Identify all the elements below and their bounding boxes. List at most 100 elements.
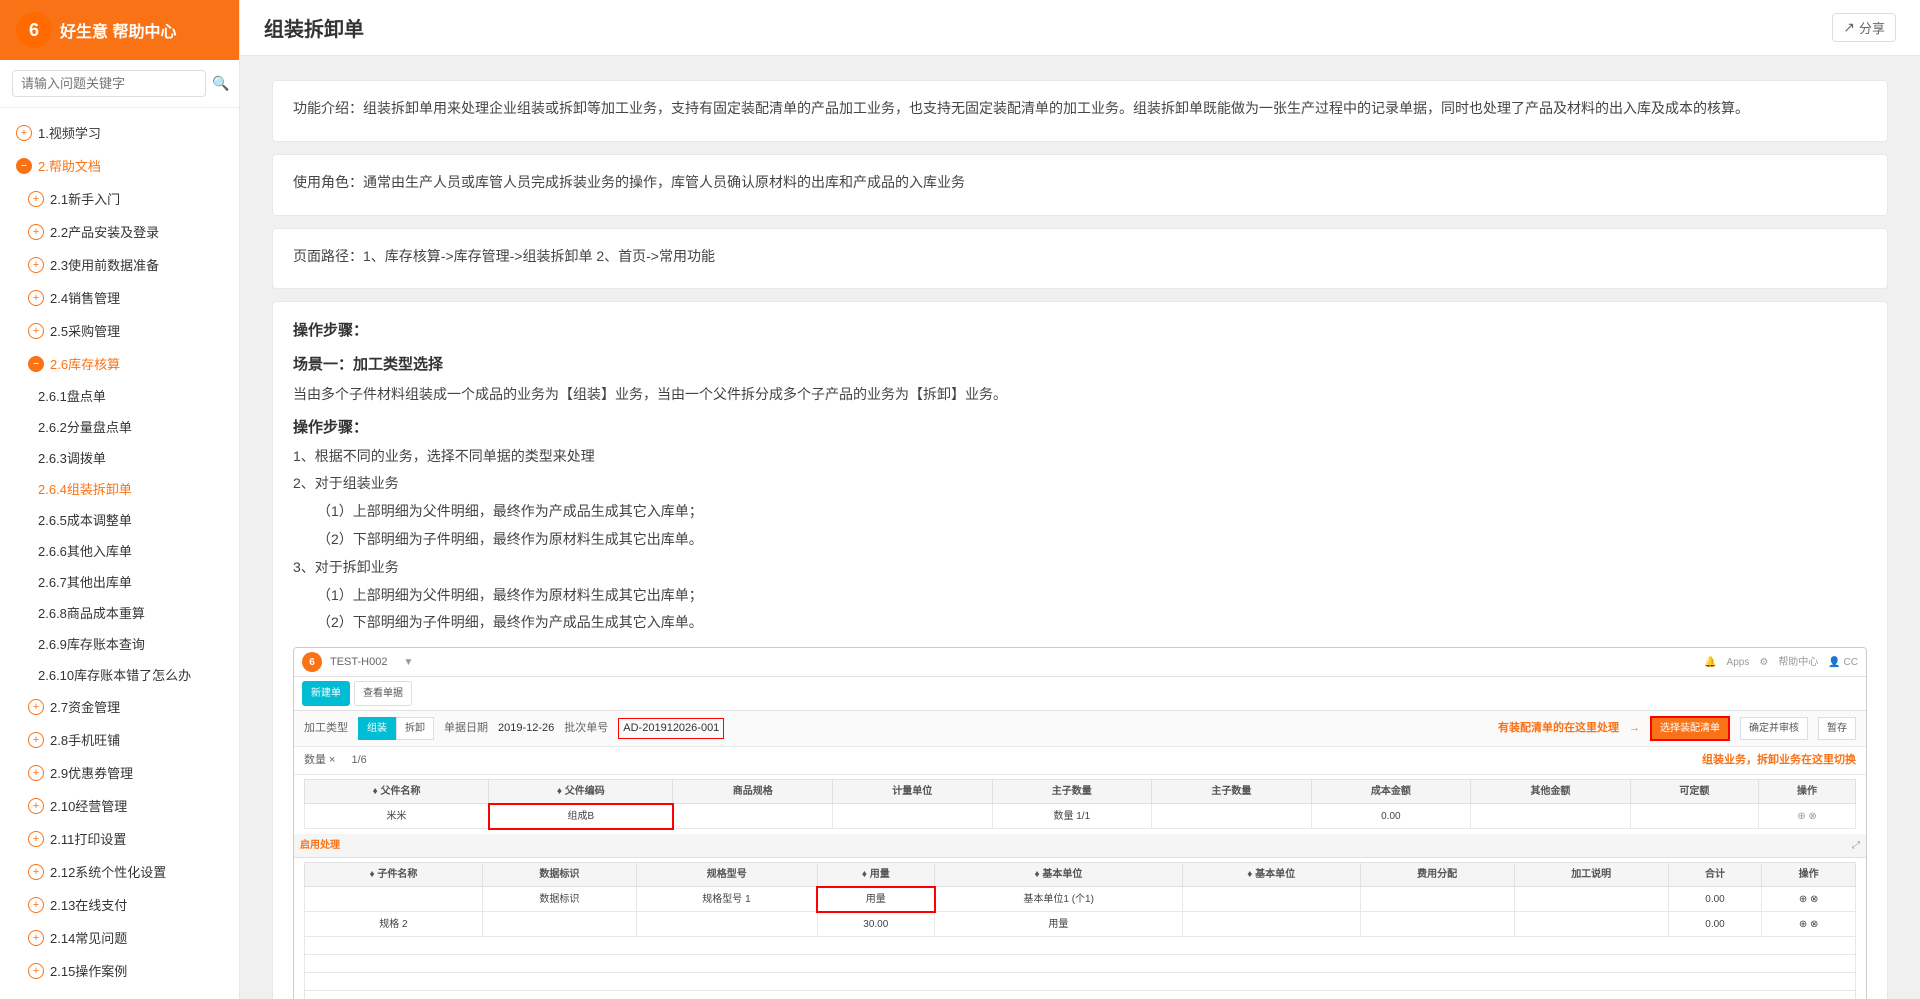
step2: 2、对于组装业务 xyxy=(293,472,1867,496)
sidebar-item-2-5[interactable]: + 2.5采购管理 xyxy=(0,314,239,347)
path-card: 页面路径：1、库存核算->库存管理->组装拆卸单 2、首页->常用功能 xyxy=(272,228,1888,290)
ops2-title: 操作步骤： xyxy=(293,415,1867,441)
sidebar-item-2-1[interactable]: + 2.1新手入门 xyxy=(0,182,239,215)
ops-title: 操作步骤： xyxy=(293,318,1867,344)
batch-label: 批次单号 xyxy=(564,719,608,738)
cell: 数量 1/1 xyxy=(992,804,1152,829)
annotation-3-label: 启用处理 xyxy=(300,837,340,854)
step3-2: （2）下部明细为子件明细，最终作为产成品生成其它入库单。 xyxy=(293,611,1867,635)
bell-icon: 🔔 xyxy=(1704,654,1716,671)
cell xyxy=(1360,887,1514,912)
nav-section-1: + 1.视频学习 xyxy=(0,116,239,149)
ops-card: 操作步骤： 场景一：加工类型选择 当由多个子件材料组装成一个成品的业务为【组装】… xyxy=(272,301,1888,999)
cell: 0.00 xyxy=(1668,912,1762,937)
cell: 基本单位1 (个1) xyxy=(935,887,1183,912)
expand-icon: + xyxy=(28,290,44,306)
date-value: 2019-12-26 xyxy=(498,719,554,738)
col-header: 计量单位 xyxy=(832,779,992,804)
sidebar-item-2-9[interactable]: + 2.9优惠券管理 xyxy=(0,756,239,789)
path-text: 页面路径：1、库存核算->库存管理->组装拆卸单 2、首页->常用功能 xyxy=(293,245,1867,269)
sidebar-item-2-6-6[interactable]: 2.6.6其他入库单 xyxy=(0,535,239,566)
table-row xyxy=(305,990,1856,999)
col-header: 加工说明 xyxy=(1514,862,1668,887)
assemble-btn[interactable]: 组装 xyxy=(358,717,396,740)
cell xyxy=(1360,912,1514,937)
sidebar-item-2-6-10[interactable]: 2.6.10库存账本错了怎么办 xyxy=(0,659,239,690)
sidebar-item-docs[interactable]: − 2.帮助文档 xyxy=(0,149,239,182)
sidebar-item-2-6-7[interactable]: 2.6.7其他出库单 xyxy=(0,566,239,597)
app-mini-logo: 6 xyxy=(302,652,322,672)
table-row xyxy=(305,954,1856,972)
sidebar-item-2-8[interactable]: + 2.8手机旺铺 xyxy=(0,723,239,756)
sidebar-item-2-15[interactable]: + 2.15操作案例 xyxy=(0,954,239,987)
cell xyxy=(1471,804,1631,829)
sidebar: 6 好生意 帮助中心 🔍 + 1.视频学习 − 2.帮助文档 + 2.1新手入门 xyxy=(0,0,240,999)
sidebar-item-2-6[interactable]: − 2.6库存核算 xyxy=(0,347,239,380)
app-title: 好生意 帮助中心 xyxy=(60,18,176,42)
type-selector: 组装 拆卸 xyxy=(358,717,434,740)
expand-icon: + xyxy=(28,831,44,847)
tab-view[interactable]: 查看单据 xyxy=(354,681,412,706)
app-dropdown-icon: ▼ xyxy=(403,654,413,671)
share-button[interactable]: ↗ 分享 xyxy=(1832,13,1896,42)
cell xyxy=(1630,804,1758,829)
sidebar-item-2-6-2[interactable]: 2.6.2分量盘点单 xyxy=(0,411,239,442)
cell: 0.00 xyxy=(1668,887,1762,912)
expand-icon: + xyxy=(28,224,44,240)
save-btn[interactable]: 暂存 xyxy=(1818,717,1856,740)
main-area: 组装拆卸单 ↗ 分享 功能介绍：组装拆卸单用来处理企业组装或拆卸等加工业务，支持… xyxy=(240,0,1920,999)
cell: 规格 2 xyxy=(305,912,483,937)
col-header: 主子数量 xyxy=(1152,779,1312,804)
cell xyxy=(832,804,992,829)
sidebar-label: 2.7资金管理 xyxy=(50,697,120,716)
sidebar-item-2-10[interactable]: + 2.10经营管理 xyxy=(0,789,239,822)
expand-icon[interactable]: ⤢ xyxy=(1852,837,1860,854)
app-tabs: 新建单 查看单据 xyxy=(302,677,412,710)
col-header: 规格型号 xyxy=(636,862,817,887)
tab-new[interactable]: 新建单 xyxy=(302,681,350,706)
col-header: 其他金额 xyxy=(1471,779,1631,804)
col-header: 费用分配 xyxy=(1360,862,1514,887)
screenshot-container: 6 TEST-H002 ▼ 🔔 Apps ⚙ 帮助中心 👤 CC xyxy=(293,647,1867,999)
sidebar-item-2-7[interactable]: + 2.7资金管理 xyxy=(0,690,239,723)
sidebar-item-2-6-5[interactable]: 2.6.5成本调整单 xyxy=(0,504,239,535)
col-header: 数据标识 xyxy=(482,862,636,887)
cell xyxy=(1152,804,1312,829)
confirm-btn[interactable]: 确定并审核 xyxy=(1740,717,1808,740)
sidebar-label: 2.13在线支付 xyxy=(50,895,127,914)
app-store-icon: Apps xyxy=(1727,654,1750,671)
cell xyxy=(305,887,483,912)
sidebar-item-2-6-4[interactable]: 2.6.4组装拆卸单 xyxy=(0,473,239,504)
sidebar-item-2-2[interactable]: + 2.2产品安装及登录 xyxy=(0,215,239,248)
expand-icon: + xyxy=(28,257,44,273)
sidebar-item-2-11[interactable]: + 2.11打印设置 xyxy=(0,822,239,855)
sidebar-item-2-6-1[interactable]: 2.6.1盘点单 xyxy=(0,380,239,411)
share-icon: ↗ xyxy=(1843,19,1855,36)
sidebar-item-2-3[interactable]: + 2.3使用前数据准备 xyxy=(0,248,239,281)
search-icon[interactable]: 🔍 xyxy=(212,75,229,92)
sidebar-item-2-6-9[interactable]: 2.6.9库存账本查询 xyxy=(0,628,239,659)
sidebar-item-2-6-8[interactable]: 2.6.8商品成本重算 xyxy=(0,597,239,628)
table-row xyxy=(305,936,1856,954)
col-header: 主子数量 xyxy=(992,779,1152,804)
sidebar-item-videos[interactable]: + 1.视频学习 xyxy=(0,116,239,149)
collapse-icon: − xyxy=(16,158,32,174)
count-label: 数量 × xyxy=(304,751,335,770)
row-action[interactable]: ⊕ ⊗ xyxy=(1797,811,1817,822)
sidebar-item-2-4[interactable]: + 2.4销售管理 xyxy=(0,281,239,314)
search-input[interactable] xyxy=(12,70,206,97)
col-header: 可定额 xyxy=(1630,779,1758,804)
disassemble-btn[interactable]: 拆卸 xyxy=(396,717,434,740)
sidebar-item-2-13[interactable]: + 2.13在线支付 xyxy=(0,888,239,921)
sidebar-item-2-14[interactable]: + 2.14常见问题 xyxy=(0,921,239,954)
sidebar-item-2-6-3[interactable]: 2.6.3调拨单 xyxy=(0,442,239,473)
cell: ⊕ ⊗ xyxy=(1758,804,1855,829)
role-text: 使用角色：通常由生产人员或库管人员完成拆装业务的操作，库管人员确认原材料的出库和… xyxy=(293,171,1867,195)
cell xyxy=(1182,912,1360,937)
sidebar-item-2-12[interactable]: + 2.12系统个性化设置 xyxy=(0,855,239,888)
col-header: 商品规格 xyxy=(673,779,833,804)
expand-icon: + xyxy=(28,930,44,946)
select-bom-btn[interactable]: 选择装配清单 xyxy=(1650,716,1730,741)
search-box: 🔍 xyxy=(0,60,239,108)
col-header: ♦ 父件编码 xyxy=(489,779,673,804)
